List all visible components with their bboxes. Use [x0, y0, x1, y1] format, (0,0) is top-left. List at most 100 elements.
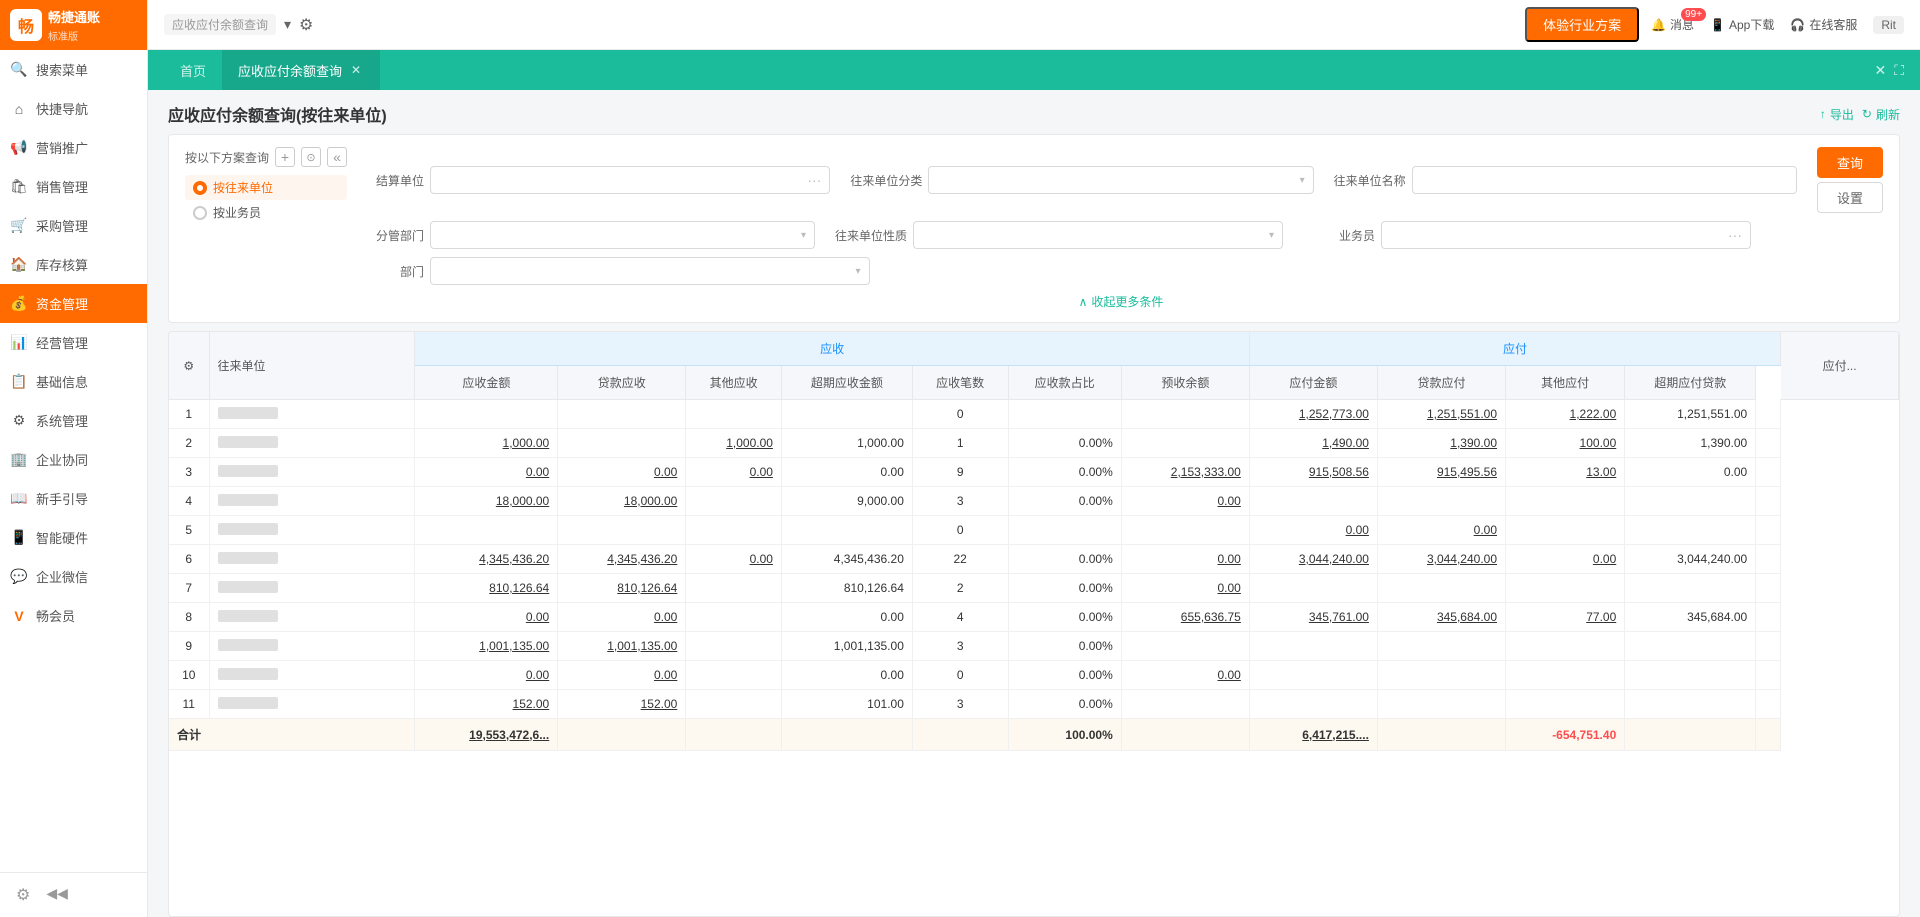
refresh-button[interactable]: ↻ 刷新 — [1862, 106, 1900, 123]
tabbar-maximize-icon[interactable]: ⛶ — [1894, 62, 1904, 79]
sidebar-item-corp[interactable]: 🏢 企业协同 — [0, 440, 147, 479]
table-row: 11 152.00152.00101.0030.00% — [169, 690, 1899, 719]
summary-ar-overdue — [781, 719, 912, 751]
wechat-icon: 💬 — [10, 568, 28, 586]
sidebar-item-hardware[interactable]: 📱 智能硬件 — [0, 518, 147, 557]
table-row: 5 00.000.00 — [169, 516, 1899, 545]
table-row: 8 0.000.000.0040.00%655,636.75345,761.00… — [169, 603, 1899, 632]
collapse-sidebar-icon[interactable]: ◀◀ — [46, 885, 68, 905]
table-row: 10 0.000.000.0000.00%0.00 — [169, 661, 1899, 690]
base-icon: 📋 — [10, 373, 28, 391]
topbar: 应收应付余额查询 ▾ ⚙ 体验行业方案 🔔 消息 99+ 📱 App下载 🎧 在… — [148, 0, 1920, 50]
partner-category-input[interactable]: ▾ — [928, 166, 1313, 194]
finance-icon: 💰 — [10, 295, 28, 313]
th-ar-count: 应收笔数 — [912, 366, 1008, 400]
logo-badge: 标准版 — [48, 28, 100, 43]
sidebar-item-label: 基础信息 — [36, 372, 88, 391]
summary-ar-amount[interactable]: 19,553,472,6... — [415, 719, 558, 751]
summary-ap-amount[interactable]: 6,417,215.... — [1249, 719, 1377, 751]
service-icon: 🎧 — [1790, 18, 1805, 32]
guide-icon: 📖 — [10, 490, 28, 508]
setting-button[interactable]: 设置 — [1817, 182, 1883, 213]
sidebar-item-operation[interactable]: 📊 经营管理 — [0, 323, 147, 362]
tabbar: 首页 应收应付余额查询 ✕ ✕ ⛶ — [148, 50, 1920, 90]
partner-nature-input[interactable]: ▾ — [913, 221, 1283, 249]
settings-icon[interactable]: ⚙ — [16, 885, 30, 905]
sidebar-item-guide[interactable]: 📖 新手引导 — [0, 479, 147, 518]
topbar-app[interactable]: 📱 App下载 — [1710, 16, 1774, 33]
topbar-dropdown-icon[interactable]: ▾ — [284, 16, 291, 33]
operation-icon: 📊 — [10, 334, 28, 352]
partner-cell — [209, 400, 415, 429]
th-ar-amount: 应收金额 — [415, 366, 558, 400]
summary-ar-other — [686, 719, 782, 751]
member-icon: V — [10, 607, 28, 625]
export-label: 导出 — [1830, 106, 1854, 123]
partner-cell — [209, 661, 415, 690]
sidebar-item-label: 智能硬件 — [36, 528, 88, 547]
filter-settings-button[interactable]: ⊙ — [301, 147, 321, 167]
th-ap-amount: 应付金额 — [1249, 366, 1377, 400]
sidebar-item-label: 新手引导 — [36, 489, 88, 508]
sidebar-item-quicknav[interactable]: ⌂ 快捷导航 — [0, 89, 147, 128]
dept-manager-input[interactable]: ▾ — [430, 221, 815, 249]
query-method-by-salesperson[interactable]: 按业务员 — [185, 200, 347, 225]
summary-row: 合计 19,553,472,6... 100.00% 6,417,215....… — [169, 719, 1899, 751]
refresh-label: 刷新 — [1876, 106, 1900, 123]
system-icon: ⚙ — [10, 412, 28, 430]
sidebar-item-base[interactable]: 📋 基础信息 — [0, 362, 147, 401]
query-method-by-partner[interactable]: 按往来单位 — [185, 175, 347, 200]
home-tab-label: 首页 — [180, 61, 206, 80]
export-button[interactable]: ↑ 导出 — [1820, 106, 1854, 123]
salesperson-label: 业务员 — [1295, 227, 1375, 244]
tab-home[interactable]: 首页 — [164, 50, 222, 90]
settlement-input[interactable]: ··· — [430, 166, 830, 194]
topbar-user[interactable]: Rit — [1873, 16, 1904, 34]
radio-filled-icon — [193, 181, 207, 195]
tabbar-close-icon[interactable]: ✕ — [1874, 62, 1886, 79]
tab-close-icon[interactable]: ✕ — [348, 62, 364, 78]
table-area: ⚙ 往来单位 应收 应付 应付... 应收金额 贷款应收 其他应收 超期应收金额… — [168, 331, 1900, 917]
filter-add-button[interactable]: + — [275, 147, 295, 167]
dept-input[interactable]: ▾ — [430, 257, 869, 285]
sidebar-item-finance[interactable]: 💰 资金管理 — [0, 284, 147, 323]
filter-area: 按以下方案查询 + ⊙ « 按往来单位 按业务员 — [168, 134, 1900, 323]
sidebar-item-marketing[interactable]: 📢 营销推广 — [0, 128, 147, 167]
th-ar-other: 其他应收 — [686, 366, 782, 400]
topbar-msg[interactable]: 🔔 消息 99+ — [1651, 16, 1694, 33]
collapse-button[interactable]: ∧ 收起更多条件 — [1079, 293, 1164, 310]
sidebar-item-search[interactable]: 🔍 搜索菜单 — [0, 50, 147, 89]
filter-collapse-button[interactable]: « — [327, 147, 347, 167]
dots-icon2: ··· — [1728, 227, 1742, 243]
partner-cell — [209, 429, 415, 458]
method-partner-label: 按往来单位 — [213, 179, 273, 196]
marketing-icon: 📢 — [10, 139, 28, 157]
refresh-icon: ↻ — [1862, 107, 1872, 121]
sidebar-item-sales[interactable]: 🛍 销售管理 — [0, 167, 147, 206]
data-table: ⚙ 往来单位 应收 应付 应付... 应收金额 贷款应收 其他应收 超期应收金额… — [169, 332, 1899, 751]
sidebar-item-wechat[interactable]: 💬 企业微信 — [0, 557, 147, 596]
topbar-gear-icon[interactable]: ⚙ — [299, 15, 313, 35]
gear-settings-icon[interactable]: ⚙ — [183, 359, 194, 373]
partner-name-input[interactable] — [1412, 166, 1797, 194]
sidebar-item-purchase[interactable]: 🛒 采购管理 — [0, 206, 147, 245]
partner-cell — [209, 574, 415, 603]
sidebar-item-label: 营销推广 — [36, 138, 88, 157]
sidebar-item-member[interactable]: V 畅会员 — [0, 596, 147, 635]
message-icon: 🔔 — [1651, 18, 1666, 32]
method-salesperson-label: 按业务员 — [213, 204, 261, 221]
sidebar-item-system[interactable]: ⚙ 系统管理 — [0, 401, 147, 440]
th-ap-loan: 贷款应付 — [1377, 366, 1505, 400]
th-ar-overdue: 超期应收金额 — [781, 366, 912, 400]
table-row: 9 1,001,135.001,001,135.001,001,135.0030… — [169, 632, 1899, 661]
sidebar-item-label: 资金管理 — [36, 294, 88, 313]
tab-ar-ap[interactable]: 应收应付余额查询 ✕ — [222, 50, 380, 90]
topbar-service[interactable]: 🎧 在线客服 — [1790, 16, 1857, 33]
promo-button[interactable]: 体验行业方案 — [1525, 7, 1639, 42]
sidebar-item-label: 快捷导航 — [36, 99, 88, 118]
salesperson-input[interactable]: ··· — [1381, 221, 1751, 249]
query-button[interactable]: 查询 — [1817, 147, 1883, 178]
sidebar-item-inventory[interactable]: 🏠 库存核算 — [0, 245, 147, 284]
dept-label: 部门 — [359, 263, 424, 280]
page-title: 应收应付余额查询(按往来单位) — [168, 102, 387, 126]
